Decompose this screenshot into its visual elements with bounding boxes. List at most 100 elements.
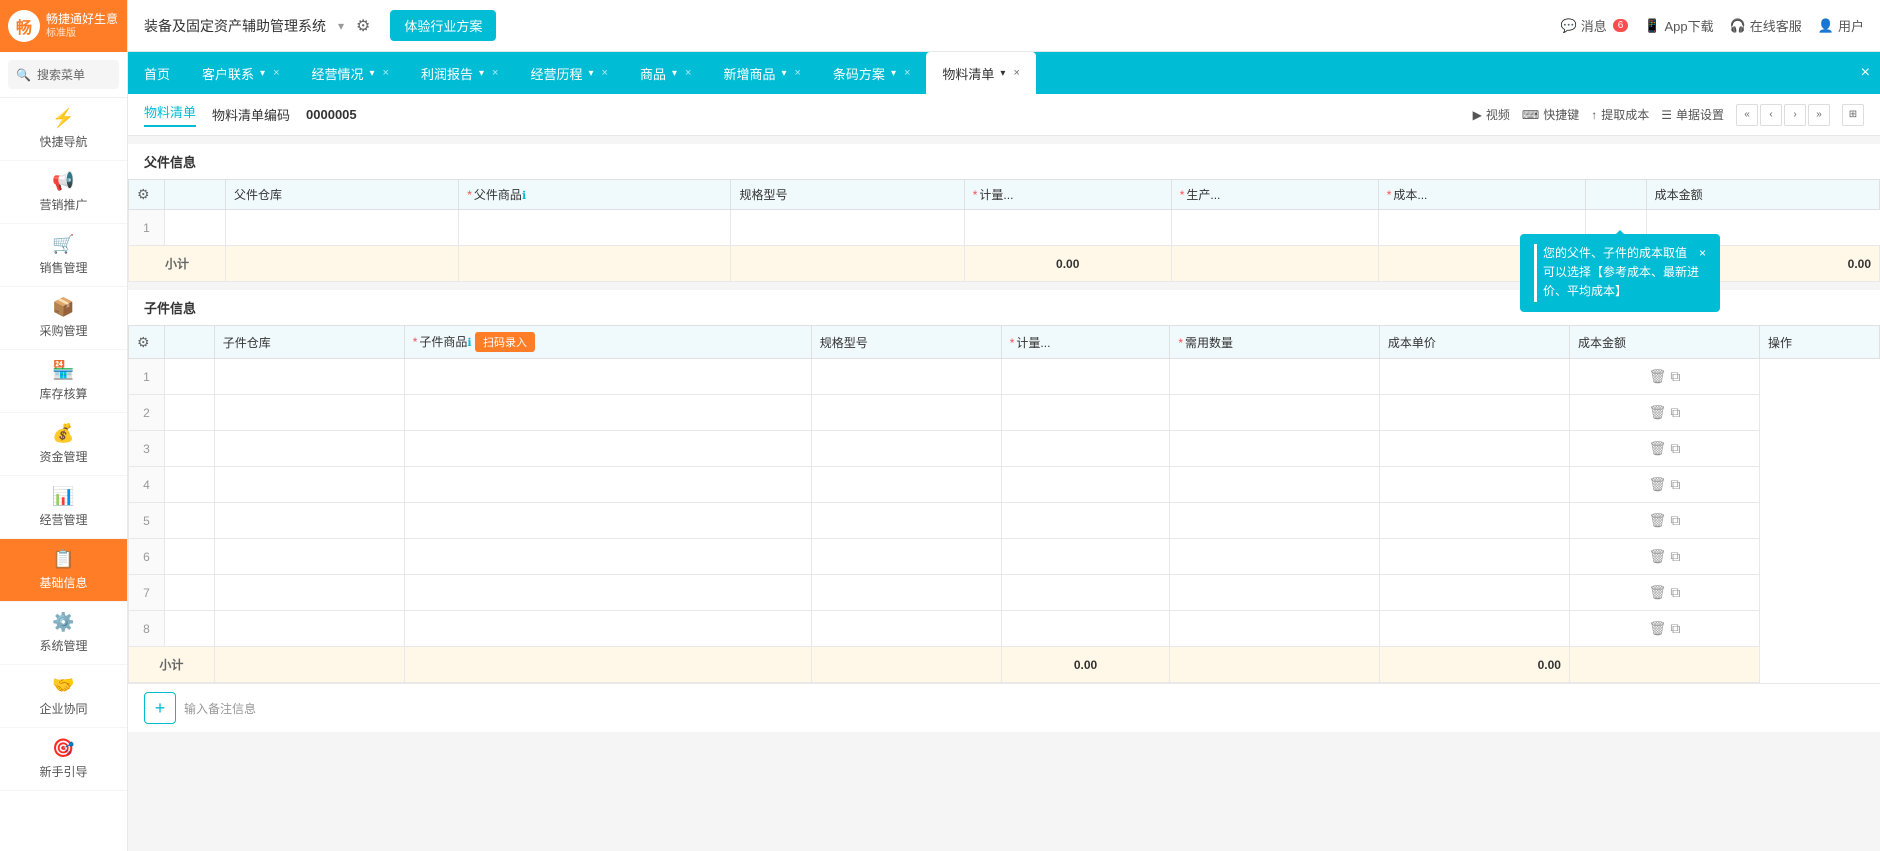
settings-gear-icon[interactable]: ⚙ [356, 16, 370, 36]
tab-profit[interactable]: 利润报告 ▾ × [405, 52, 514, 94]
sidebar-item-cooperation[interactable]: 🤝 企业协同 [0, 665, 127, 728]
child-row-4-unit[interactable] [811, 467, 1001, 503]
close-all-tabs-button[interactable]: × [1851, 64, 1880, 82]
copy-row-button[interactable]: ⧉ [1670, 368, 1680, 385]
child-row-8-warehouse[interactable] [165, 611, 215, 647]
tab-profit-close[interactable]: × [492, 67, 498, 79]
delete-row-button[interactable]: 🗑 [1649, 404, 1667, 421]
child-row-7-spec[interactable] [404, 575, 811, 611]
parent-col-settings[interactable]: ⚙ [129, 180, 165, 210]
sidebar-item-operations[interactable]: 📊 经营管理 [0, 476, 127, 539]
delete-row-button[interactable]: 🗑 [1649, 440, 1667, 457]
child-row-4-spec[interactable] [404, 467, 811, 503]
copy-row-button[interactable]: ⧉ [1670, 512, 1680, 529]
pager-last[interactable]: » [1808, 104, 1830, 126]
child-row-8-unit[interactable] [811, 611, 1001, 647]
parent-row-1-spec[interactable] [459, 210, 731, 246]
extract-cost-button[interactable]: ↑ 提取成本 [1591, 106, 1649, 123]
child-row-2-qty[interactable] [1001, 395, 1170, 431]
child-row-8-spec[interactable] [404, 611, 811, 647]
child-row-6-warehouse[interactable] [165, 539, 215, 575]
sidebar-item-inventory[interactable]: 🏪 库存核算 [0, 350, 127, 413]
child-row-2-spec[interactable] [404, 395, 811, 431]
topbar-dropdown-arrow[interactable]: ▾ [338, 19, 344, 33]
grid-view-button[interactable]: ⊞ [1842, 104, 1864, 126]
child-row-3-warehouse[interactable] [165, 431, 215, 467]
copy-row-button[interactable]: ⧉ [1670, 476, 1680, 493]
pager-prev[interactable]: ‹ [1760, 104, 1782, 126]
search-menu-button[interactable]: 🔍 搜索菜单 [8, 60, 119, 89]
child-row-2-unit-cost[interactable] [1170, 395, 1380, 431]
parent-row-1-production[interactable] [964, 210, 1171, 246]
copy-row-button[interactable]: ⧉ [1670, 404, 1680, 421]
tab-barcode[interactable]: 条码方案 ▾ × [817, 52, 926, 94]
app-download-button[interactable]: 📱 App下载 [1644, 16, 1713, 35]
tab-history[interactable]: 经营历程 ▾ × [514, 52, 623, 94]
child-row-2-unit[interactable] [811, 395, 1001, 431]
child-row-5-qty[interactable] [1001, 503, 1170, 539]
child-row-1-spec[interactable] [404, 359, 811, 395]
delete-row-button[interactable]: 🗑 [1649, 548, 1667, 565]
sidebar-item-sales[interactable]: 🛒 销售管理 [0, 224, 127, 287]
tab-history-close[interactable]: × [602, 67, 608, 79]
child-row-7-qty[interactable] [1001, 575, 1170, 611]
sidebar-item-purchase[interactable]: 📦 采购管理 [0, 287, 127, 350]
sidebar-item-basic-info[interactable]: 📋 基础信息 [0, 539, 127, 602]
delete-row-button[interactable]: 🗑 [1649, 620, 1667, 637]
child-row-4-product[interactable] [214, 467, 404, 503]
child-row-6-unit-cost[interactable] [1170, 539, 1380, 575]
scan-input-button[interactable]: 扫码录入 [475, 332, 535, 352]
parent-row-1-unit[interactable] [731, 210, 964, 246]
online-support-button[interactable]: 🎧 在线客服 [1730, 16, 1802, 35]
copy-row-button[interactable]: ⧉ [1670, 584, 1680, 601]
tab-new-product-close[interactable]: × [794, 67, 800, 79]
child-row-6-qty[interactable] [1001, 539, 1170, 575]
copy-row-button[interactable]: ⧉ [1670, 620, 1680, 637]
bom-tab-label[interactable]: 物料清单 [144, 102, 196, 127]
view-video-button[interactable]: ▶ 视频 [1473, 106, 1510, 123]
add-row-button[interactable]: + [144, 692, 176, 724]
child-row-1-warehouse[interactable] [165, 359, 215, 395]
child-row-5-warehouse[interactable] [165, 503, 215, 539]
child-row-4-warehouse[interactable] [165, 467, 215, 503]
child-row-3-qty[interactable] [1001, 431, 1170, 467]
tab-bom[interactable]: 物料清单 ▾ × [926, 52, 1035, 94]
child-row-7-product[interactable] [214, 575, 404, 611]
shortcut-button[interactable]: ⌨ 快捷键 [1522, 106, 1579, 123]
child-row-7-unit[interactable] [811, 575, 1001, 611]
child-row-1-unit[interactable] [811, 359, 1001, 395]
parent-row-1-product[interactable] [225, 210, 458, 246]
child-row-2-warehouse[interactable] [165, 395, 215, 431]
child-row-3-product[interactable] [214, 431, 404, 467]
tab-products-close[interactable]: × [685, 67, 691, 79]
pager-next[interactable]: › [1784, 104, 1806, 126]
delete-row-button[interactable]: 🗑 [1649, 368, 1667, 385]
child-row-6-unit[interactable] [811, 539, 1001, 575]
parent-settings-icon[interactable]: ⚙ [137, 186, 150, 202]
child-row-3-unit-cost[interactable] [1170, 431, 1380, 467]
parent-row-1-cost[interactable] [1171, 210, 1378, 246]
child-row-6-spec[interactable] [404, 539, 811, 575]
child-row-5-unit-cost[interactable] [1170, 503, 1380, 539]
child-col-settings[interactable]: ⚙ [129, 326, 165, 359]
sidebar-item-guide[interactable]: 🎯 新手引导 [0, 728, 127, 791]
child-row-4-qty[interactable] [1001, 467, 1170, 503]
child-row-8-unit-cost[interactable] [1170, 611, 1380, 647]
child-row-3-unit[interactable] [811, 431, 1001, 467]
tab-ops-close[interactable]: × [383, 67, 389, 79]
child-row-5-product[interactable] [214, 503, 404, 539]
single-settings-button[interactable]: ☰ 单据设置 [1661, 106, 1724, 123]
child-row-7-unit-cost[interactable] [1170, 575, 1380, 611]
tab-home[interactable]: 首页 [128, 52, 186, 94]
parent-row-1-warehouse[interactable] [165, 210, 226, 246]
copy-row-button[interactable]: ⧉ [1670, 440, 1680, 457]
child-row-8-product[interactable] [214, 611, 404, 647]
sidebar-item-finance[interactable]: 💰 资金管理 [0, 413, 127, 476]
delete-row-button[interactable]: 🗑 [1649, 476, 1667, 493]
sidebar-item-quick-nav[interactable]: ⚡ 快捷导航 [0, 98, 127, 161]
child-row-3-spec[interactable] [404, 431, 811, 467]
tab-products[interactable]: 商品 ▾ × [624, 52, 707, 94]
child-row-1-qty[interactable] [1001, 359, 1170, 395]
tab-new-product[interactable]: 新增商品 ▾ × [707, 52, 816, 94]
child-settings-icon[interactable]: ⚙ [137, 334, 150, 350]
